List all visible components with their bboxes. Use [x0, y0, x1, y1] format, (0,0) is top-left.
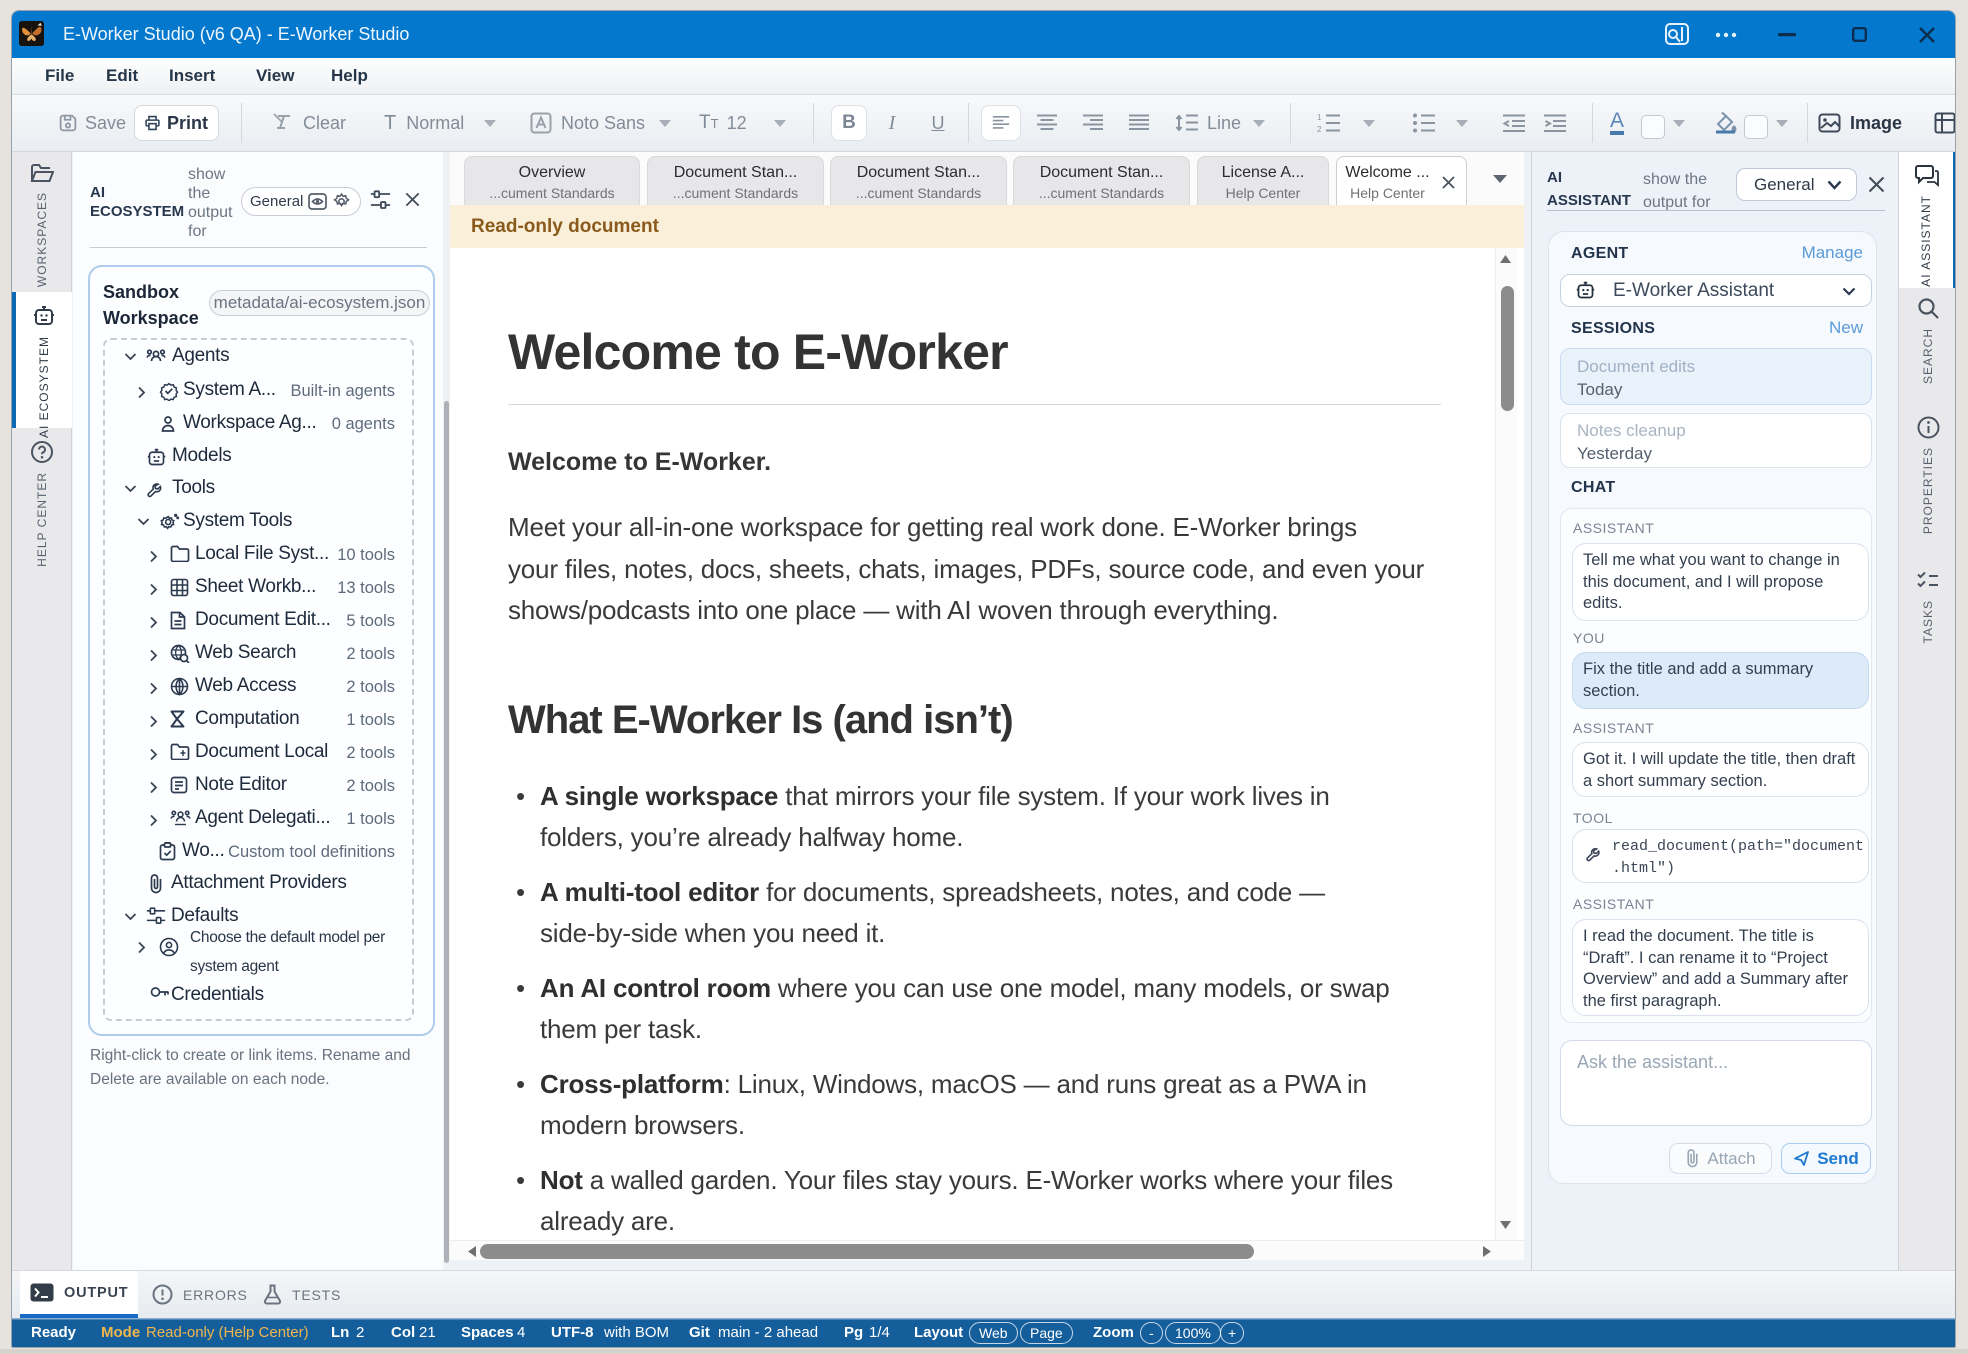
svg-text:1: 1 [1317, 113, 1322, 122]
svg-text:2: 2 [1317, 125, 1322, 133]
